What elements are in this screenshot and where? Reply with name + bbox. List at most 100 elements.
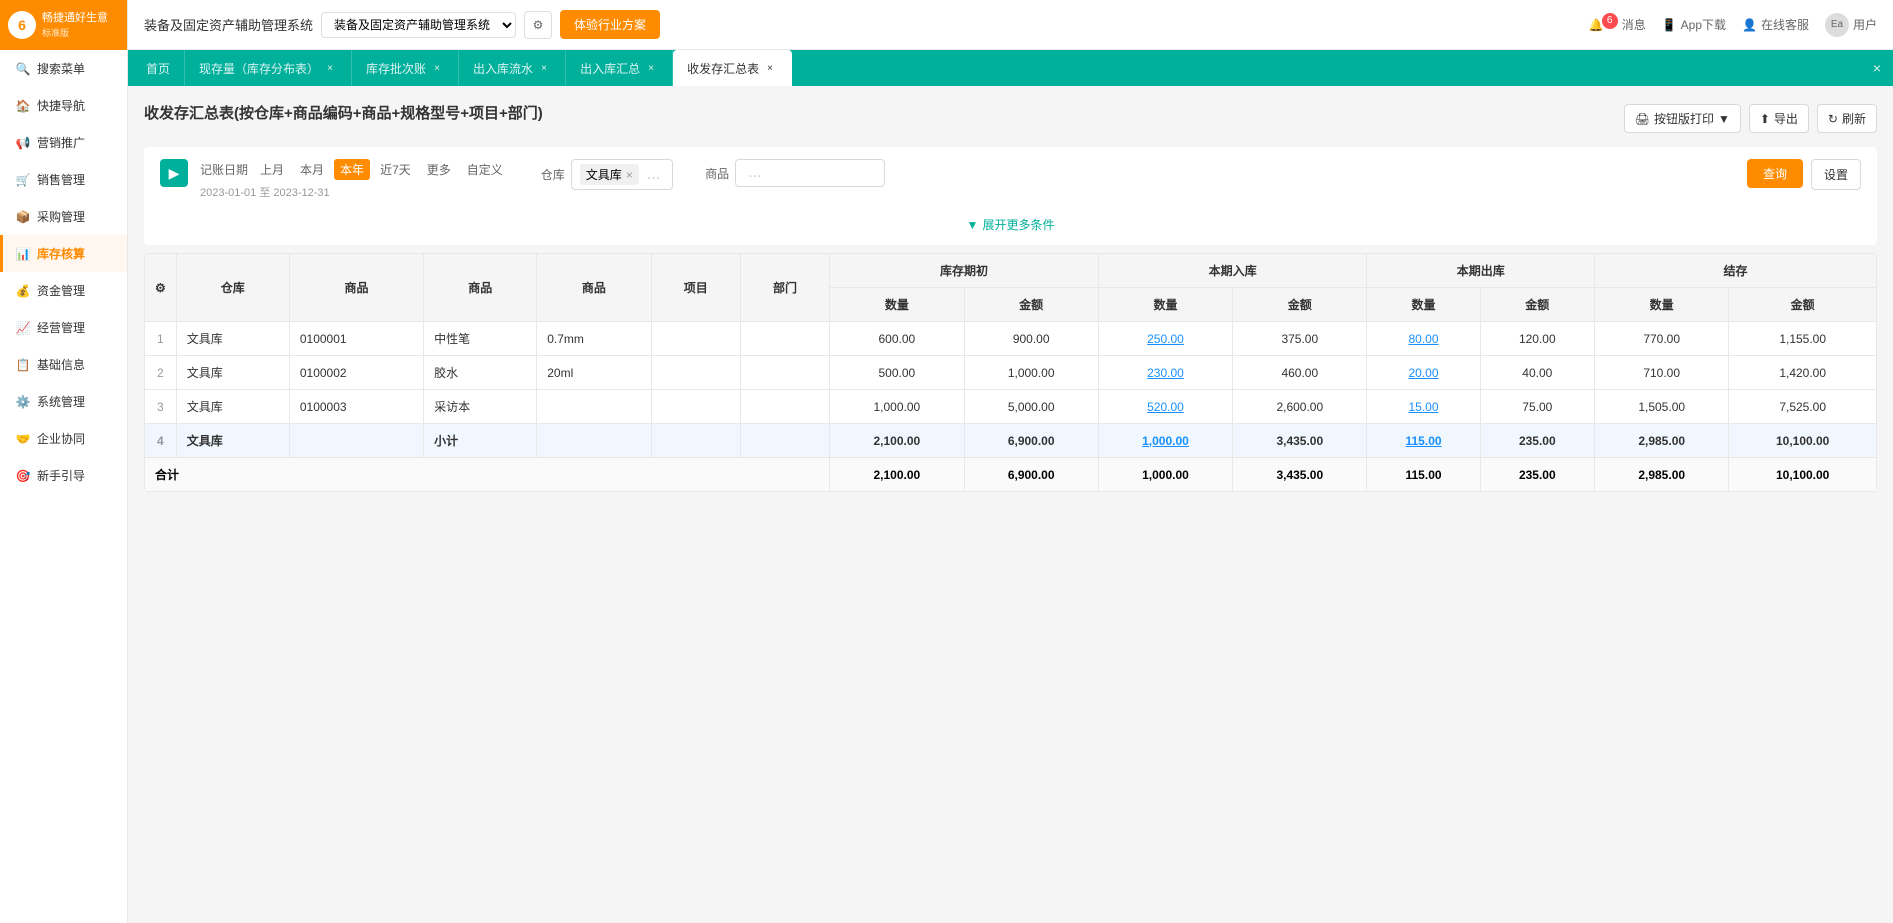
- row-in-qty[interactable]: 230.00: [1098, 356, 1232, 390]
- system-name: 装备及固定资产辅助管理系统: [144, 15, 313, 34]
- th-out-amount: 金额: [1480, 288, 1594, 322]
- row-product-name: 小计: [424, 424, 537, 458]
- row-in-qty[interactable]: 250.00: [1098, 322, 1232, 356]
- sidebar-item-marketing[interactable]: 📢 营销推广: [0, 124, 127, 161]
- tab-batch[interactable]: 库存批次账 ×: [352, 50, 459, 86]
- sidebar-item-basic[interactable]: 📋 基础信息: [0, 346, 127, 383]
- user-item[interactable]: Ea 用户: [1825, 13, 1877, 37]
- sidebar-item-enterprise[interactable]: 🤝 企业协同: [0, 420, 127, 457]
- date-btn-this-month[interactable]: 本月: [294, 159, 330, 180]
- row-in-qty[interactable]: 520.00: [1098, 390, 1232, 424]
- close-all-tabs-btn[interactable]: ×: [1865, 60, 1889, 76]
- refresh-btn[interactable]: ↻ 刷新: [1817, 104, 1877, 133]
- footer-out-amount: 235.00: [1480, 458, 1594, 492]
- sidebar-item-quicknav[interactable]: 🏠 快捷导航: [0, 87, 127, 124]
- product-dots[interactable]: ...: [744, 164, 765, 182]
- tab-close-icon[interactable]: ×: [430, 61, 444, 75]
- tab-inout-summary[interactable]: 出入库汇总 ×: [566, 50, 673, 86]
- tab-close-icon[interactable]: ×: [763, 61, 777, 75]
- row-balance-qty: 710.00: [1595, 356, 1729, 390]
- row-department: [740, 390, 829, 424]
- row-opening-amount: 5,000.00: [964, 390, 1098, 424]
- sidebar-item-purchase[interactable]: 📦 采购管理: [0, 198, 127, 235]
- th-department: 部门: [740, 254, 829, 322]
- row-in-qty[interactable]: 1,000.00: [1098, 424, 1232, 458]
- row-product-code: 0100003: [289, 390, 423, 424]
- sidebar-item-sales[interactable]: 🛒 销售管理: [0, 161, 127, 198]
- sidebar-item-label: 基础信息: [37, 356, 85, 373]
- online-service-item[interactable]: 👤 在线客服: [1742, 16, 1809, 33]
- tab-inventory-dist[interactable]: 现存量（库存分布表） ×: [185, 50, 352, 86]
- tab-label: 库存批次账: [366, 60, 426, 77]
- date-btn-last-month[interactable]: 上月: [254, 159, 290, 180]
- query-btn[interactable]: 查询: [1747, 159, 1803, 188]
- page-top-actions: 🖨 按钮版打印 ▼ ⬆ 导出 ↻ 刷新: [1624, 104, 1877, 133]
- row-product-spec: 20ml: [537, 356, 651, 390]
- date-filter-label: 记账日期: [200, 161, 248, 178]
- row-out-qty[interactable]: 15.00: [1367, 390, 1480, 424]
- print-btn[interactable]: 🖨 按钮版打印 ▼: [1624, 104, 1741, 133]
- row-product-spec: [537, 390, 651, 424]
- tab-close-icon[interactable]: ×: [644, 61, 658, 75]
- tab-inout-flow[interactable]: 出入库流水 ×: [459, 50, 566, 86]
- tab-close-icon[interactable]: ×: [537, 61, 551, 75]
- row-product-name: 中性笔: [424, 322, 537, 356]
- row-opening-qty: 500.00: [830, 356, 964, 390]
- product-filter[interactable]: ...: [735, 159, 885, 187]
- row-product-spec: 0.7mm: [537, 322, 651, 356]
- th-balance-amount: 金额: [1729, 288, 1877, 322]
- expand-more-btn[interactable]: ▼ 展开更多条件: [967, 216, 1055, 233]
- row-in-amount: 3,435.00: [1233, 424, 1367, 458]
- sidebar-item-search[interactable]: 🔍 搜索菜单: [0, 50, 127, 87]
- footer-in-qty: 1,000.00: [1098, 458, 1232, 492]
- date-btn-this-year[interactable]: 本年: [334, 159, 370, 180]
- topbar-settings-btn[interactable]: ⚙: [524, 11, 552, 39]
- filter-expand-btn[interactable]: ▶: [160, 159, 188, 187]
- tab-close-icon[interactable]: ×: [323, 61, 337, 75]
- export-btn[interactable]: ⬆ 导出: [1749, 104, 1809, 133]
- row-out-qty[interactable]: 80.00: [1367, 322, 1480, 356]
- date-btn-7days[interactable]: 近7天: [374, 159, 417, 180]
- settings-text-btn[interactable]: 设置: [1811, 159, 1861, 190]
- page-header: 收发存汇总表(按仓库+商品编码+商品+规格型号+项目+部门) 🖨 按钮版打印 ▼…: [144, 102, 1877, 135]
- app-download-item[interactable]: 📱 App下载: [1662, 16, 1726, 33]
- sidebar-item-system[interactable]: ⚙️ 系统管理: [0, 383, 127, 420]
- sidebar-item-label: 系统管理: [37, 393, 85, 410]
- row-warehouse: 文具库: [176, 424, 289, 458]
- row-opening-amount: 6,900.00: [964, 424, 1098, 458]
- warehouse-filter[interactable]: 文具库 × ...: [571, 159, 673, 190]
- tab-home[interactable]: 首页: [132, 50, 185, 86]
- sidebar-item-inventory[interactable]: 📊 库存核算: [0, 235, 127, 272]
- footer-out-qty: 115.00: [1367, 458, 1480, 492]
- table-row: 2文具库0100002胶水20ml500.001,000.00230.00460…: [145, 356, 1877, 390]
- notification-item[interactable]: 🔔 6 消息: [1589, 16, 1646, 33]
- tab-recv-send[interactable]: 收发存汇总表 ×: [673, 50, 792, 86]
- warehouse-dots[interactable]: ...: [643, 166, 664, 184]
- warehouse-tag-close[interactable]: ×: [626, 168, 633, 182]
- system-select[interactable]: 装备及固定资产辅助管理系统: [321, 12, 516, 38]
- date-range: 2023-01-01 至 2023-12-31: [200, 184, 330, 200]
- product-filter-label: 商品: [705, 165, 729, 182]
- row-out-qty[interactable]: 115.00: [1367, 424, 1480, 458]
- row-department: [740, 322, 829, 356]
- sidebar-item-label: 采购管理: [37, 208, 85, 225]
- row-opening-qty: 600.00: [830, 322, 964, 356]
- row-out-qty[interactable]: 20.00: [1367, 356, 1480, 390]
- row-project: [651, 390, 740, 424]
- sidebar-item-guide[interactable]: 🎯 新手引导: [0, 457, 127, 494]
- date-btn-custom[interactable]: 自定义: [461, 159, 509, 180]
- sidebar-item-finance[interactable]: 💰 资金管理: [0, 272, 127, 309]
- row-warehouse: 文具库: [176, 390, 289, 424]
- row-index: 4: [145, 424, 177, 458]
- expand-more-icon: ▼: [967, 218, 979, 232]
- sidebar-item-operation[interactable]: 📈 经营管理: [0, 309, 127, 346]
- th-opening-qty: 数量: [830, 288, 964, 322]
- footer-opening-qty: 2,100.00: [830, 458, 964, 492]
- th-group-in: 本期入库: [1098, 254, 1367, 288]
- row-product-code: 0100001: [289, 322, 423, 356]
- th-out-qty: 数量: [1367, 288, 1480, 322]
- date-btn-more[interactable]: 更多: [421, 159, 457, 180]
- filter-expand-row: ▼ 展开更多条件: [160, 208, 1861, 233]
- trial-btn[interactable]: 体验行业方案: [560, 10, 660, 39]
- sales-icon: 🛒: [15, 172, 31, 188]
